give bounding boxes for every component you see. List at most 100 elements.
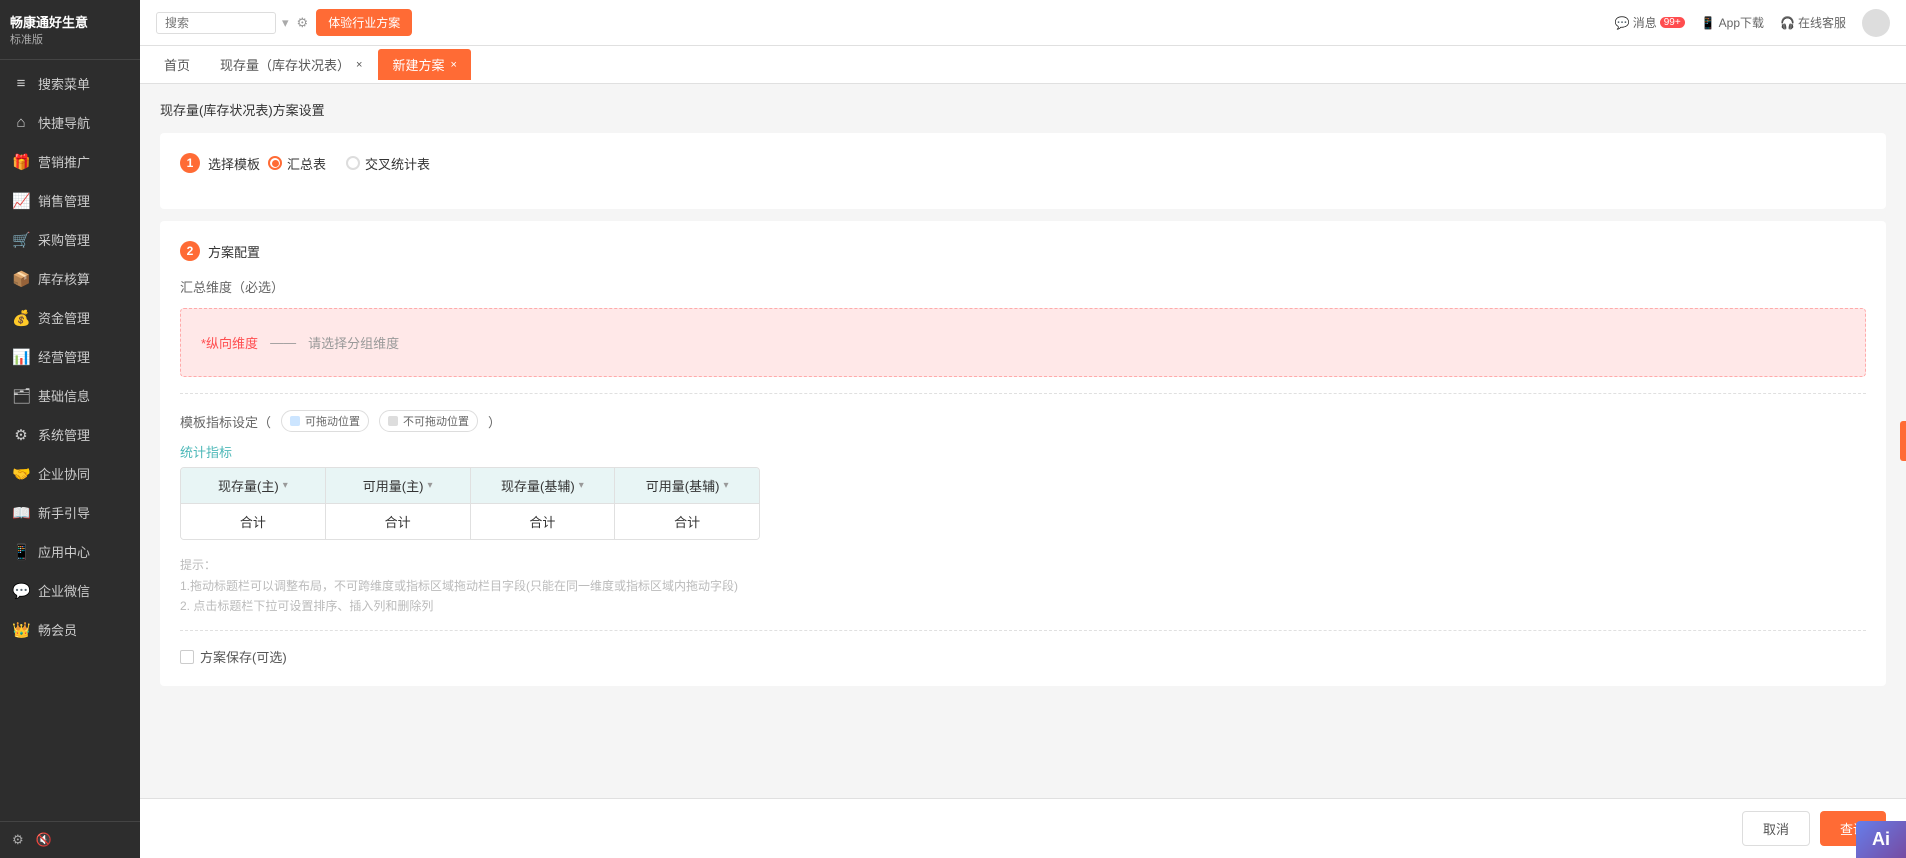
step2-badge: 2: [180, 241, 200, 261]
handshake-icon: 🤝: [12, 465, 30, 483]
sound-icon[interactable]: 🔇: [36, 832, 52, 848]
radio-cross[interactable]: 交叉统计表: [346, 154, 430, 173]
sidebar-item-enterprise[interactable]: 🤝 企业协同: [0, 454, 140, 493]
tips-section: 提示： 1.拖动标题栏可以调整布局，不可跨维度或指标区域拖动栏目字段(只能在同一…: [180, 556, 1866, 614]
scroll-handle[interactable]: [1900, 421, 1906, 461]
stats-header-label: 统计指标: [180, 442, 1866, 461]
app-edition: 标准版: [10, 31, 130, 47]
sidebar-item-finance[interactable]: 💰 资金管理: [0, 298, 140, 337]
chart-icon: 📈: [12, 192, 30, 210]
book-icon: 📖: [12, 504, 30, 522]
stats-col-body-2: 合计: [471, 504, 615, 539]
tab-new-plan[interactable]: 新建方案 ×: [378, 49, 470, 80]
stats-table: 现存量(主) ▾ 合计 可用量(主) ▾ 合计: [180, 467, 760, 540]
sidebar-item-label: 营销推广: [38, 152, 90, 171]
stats-col-header-1[interactable]: 可用量(主) ▾: [326, 468, 470, 504]
sidebar-item-label: 新手引导: [38, 503, 90, 522]
stats-col-body-3: 合计: [615, 504, 759, 539]
user-avatar[interactable]: [1862, 9, 1890, 37]
sidebar-item-operations[interactable]: 📊 经营管理: [0, 337, 140, 376]
bar-chart-icon: 📊: [12, 348, 30, 366]
tips-title: 提示：: [180, 556, 1866, 573]
sidebar-item-member[interactable]: 👑 畅会员: [0, 610, 140, 649]
template-radio-group: 汇总表 交叉统计表: [268, 154, 430, 173]
sidebar-item-system[interactable]: ⚙ 系统管理: [0, 415, 140, 454]
sidebar-item-app-center[interactable]: 📱 应用中心: [0, 532, 140, 571]
sidebar-item-search-menu[interactable]: ≡ 搜索菜单: [0, 64, 140, 103]
sidebar-item-label: 企业微信: [38, 581, 90, 600]
stats-col-header-0[interactable]: 现存量(主) ▾: [181, 468, 325, 504]
tab-inventory-status[interactable]: 现存量（库存状况表） ×: [206, 49, 376, 80]
tab-close-icon[interactable]: ×: [450, 59, 456, 71]
search-input[interactable]: [156, 12, 276, 34]
save-checkbox[interactable]: [180, 650, 194, 664]
sidebar-item-quick-nav[interactable]: ⌂ 快捷导航: [0, 103, 140, 142]
tab-home-label: 首页: [164, 55, 190, 74]
dimension-arrow: ——: [270, 335, 296, 350]
fixed-label: 不可拖动位置: [403, 413, 469, 429]
sidebar-item-wechat[interactable]: 💬 企业微信: [0, 571, 140, 610]
stats-col-1: 可用量(主) ▾ 合计: [326, 468, 471, 539]
sidebar-bottom: ⚙ 🔇: [0, 821, 140, 858]
customer-service-badge[interactable]: 🎧 在线客服: [1780, 14, 1846, 31]
tab-inventory-label: 现存量（库存状况表）: [220, 55, 350, 74]
step1-header: 1 选择模板 汇总表 交叉统计表: [180, 153, 1866, 173]
col-header-label-1: 可用量(主): [363, 476, 424, 495]
crown-icon: 👑: [12, 621, 30, 639]
sidebar-item-label: 快捷导航: [38, 113, 90, 132]
gift-icon: 🎁: [12, 153, 30, 171]
message-badge[interactable]: 💬 消息 99+: [1615, 14, 1685, 31]
cancel-button[interactable]: 取消: [1742, 811, 1810, 846]
sidebar-item-label: 系统管理: [38, 425, 90, 444]
sidebar-item-guide[interactable]: 📖 新手引导: [0, 493, 140, 532]
indicator-label-end: ）: [488, 412, 501, 431]
tab-close-icon[interactable]: ×: [356, 59, 362, 71]
step2-label: 方案配置: [208, 242, 260, 261]
step1-label: 选择模板: [208, 154, 260, 173]
topbar: ▾ ⚙ 体验行业方案 💬 消息 99+ 📱 App下载 🎧 在线客服: [140, 0, 1906, 46]
cart-icon: 🛒: [12, 231, 30, 249]
tab-new-plan-label: 新建方案: [392, 55, 444, 74]
wechat-icon: 💬: [12, 582, 30, 600]
download-icon: 📱: [1701, 16, 1716, 30]
col-header-label-0: 现存量(主): [218, 476, 279, 495]
message-count: 99+: [1660, 17, 1685, 28]
chevron-down-icon-0: ▾: [283, 480, 288, 491]
settings-icon[interactable]: ⚙: [12, 832, 24, 848]
topbar-left: ▾ ⚙ 体验行业方案: [156, 9, 412, 36]
stats-col-3: 可用量(基辅) ▾ 合计: [615, 468, 759, 539]
sidebar-item-inventory[interactable]: 📦 库存核算: [0, 259, 140, 298]
industry-btn[interactable]: 体验行业方案: [316, 9, 412, 36]
tab-home[interactable]: 首页: [150, 49, 204, 80]
draggable-dot: [290, 416, 300, 426]
sidebar-item-sales[interactable]: 📈 销售管理: [0, 181, 140, 220]
app-download-badge[interactable]: 📱 App下载: [1701, 14, 1764, 31]
sidebar-item-base-info[interactable]: 🗂 基础信息: [0, 376, 140, 415]
ai-badge[interactable]: Ai: [1856, 821, 1906, 858]
content-area: 现存量(库存状况表)方案设置 1 选择模板 汇总表 交叉统计表: [140, 84, 1906, 798]
page-title: 现存量(库存状况表)方案设置: [160, 100, 1886, 119]
dimension-area[interactable]: *纵向维度 —— 请选择分组维度: [180, 308, 1866, 377]
radio-cross-label: 交叉统计表: [365, 154, 430, 173]
indicator-label: 模板指标设定（ 可拖动位置 不可拖动位置 ）: [180, 410, 1866, 432]
radio-summary[interactable]: 汇总表: [268, 154, 326, 173]
gear-icon[interactable]: ⚙: [297, 15, 309, 31]
home-icon: ⌂: [12, 114, 30, 131]
stats-col-header-2[interactable]: 现存量(基辅) ▾: [471, 468, 615, 504]
stats-col-header-3[interactable]: 可用量(基辅) ▾: [615, 468, 759, 504]
sidebar-item-marketing[interactable]: 🎁 营销推广: [0, 142, 140, 181]
sidebar-nav: ≡ 搜索菜单 ⌂ 快捷导航 🎁 营销推广 📈 销售管理 🛒 采购管理 📦 库存核…: [0, 60, 140, 821]
step1-card: 1 选择模板 汇总表 交叉统计表: [160, 133, 1886, 209]
sidebar-item-label: 畅会员: [38, 620, 77, 639]
tabs-bar: 首页 现存量（库存状况表） × 新建方案 ×: [140, 46, 1906, 84]
sidebar-item-label: 搜索菜单: [38, 74, 90, 93]
search-menu-icon: ≡: [12, 75, 30, 92]
stats-table-header: 现存量(主) ▾ 合计 可用量(主) ▾ 合计: [181, 468, 759, 539]
indicator-label-text: 模板指标设定（: [180, 412, 271, 431]
topbar-search: ▾: [156, 12, 289, 34]
step2-card: 2 方案配置 汇总维度（必选） *纵向维度 —— 请选择分组维度 模板指标设定（…: [160, 221, 1886, 686]
money-icon: 💰: [12, 309, 30, 327]
col-header-label-3: 可用量(基辅): [646, 476, 720, 495]
stats-col-2: 现存量(基辅) ▾ 合计: [471, 468, 616, 539]
sidebar-item-purchase[interactable]: 🛒 采购管理: [0, 220, 140, 259]
